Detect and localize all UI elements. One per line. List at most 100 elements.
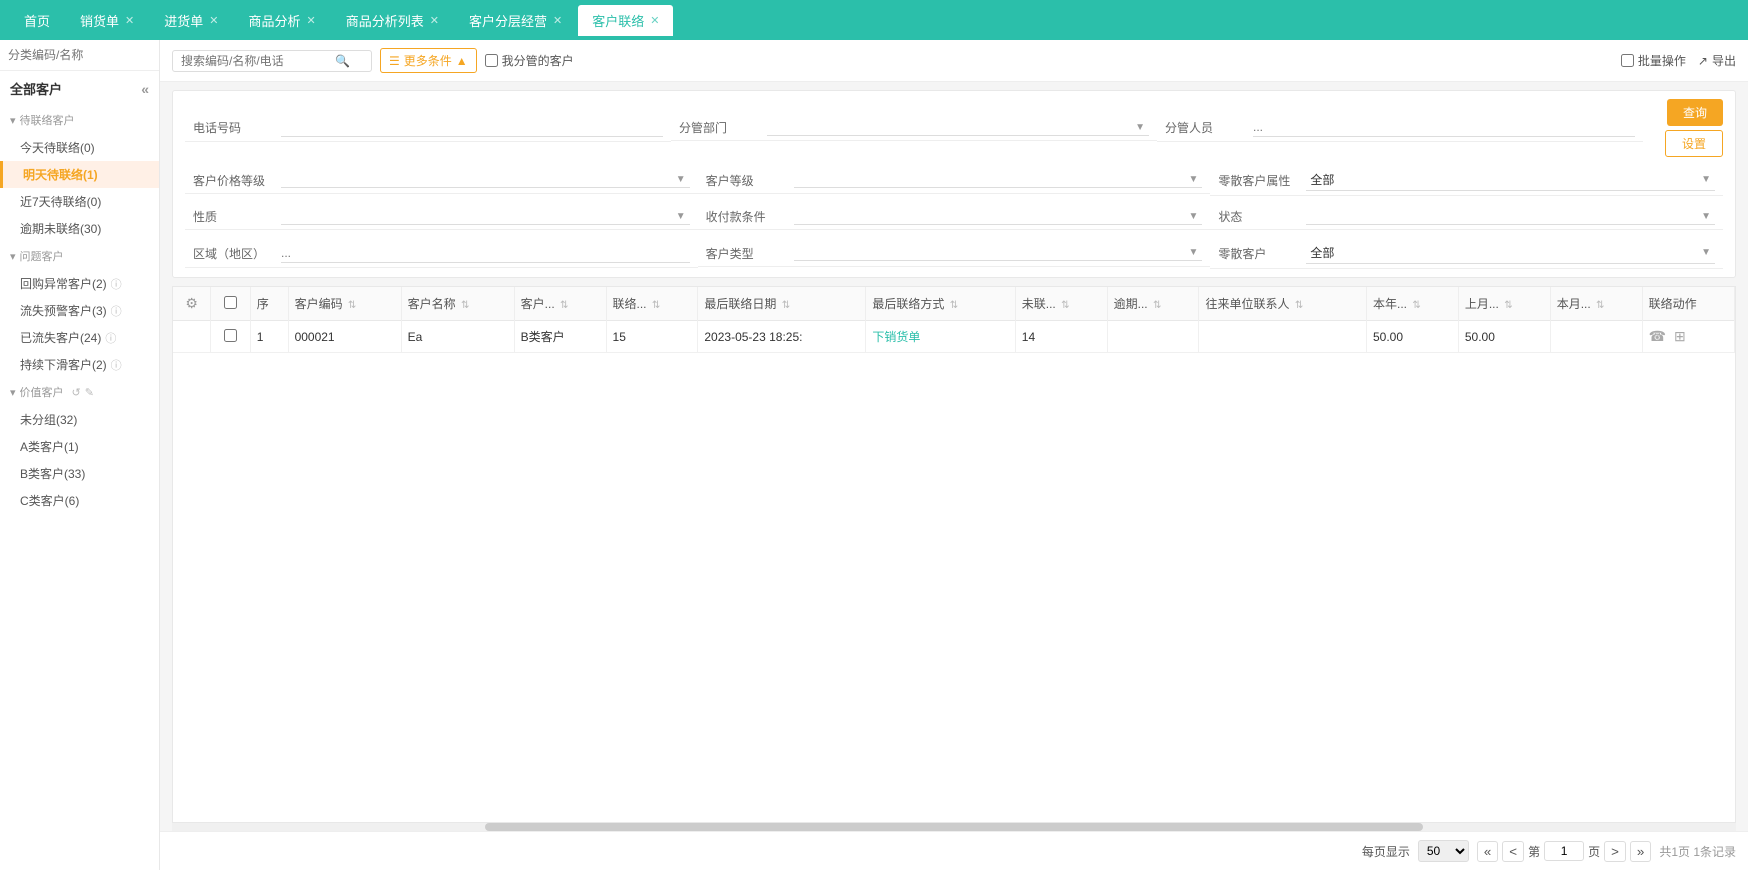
more-conditions-btn[interactable]: ☰ 更多条件 ▲: [380, 48, 477, 73]
filter-row-1: 电话号码 分管部门 ▼ 分管人员 查询 设置: [185, 99, 1723, 157]
next-page-btn[interactable]: >: [1604, 841, 1626, 862]
close-purchase-tab[interactable]: ✕: [209, 14, 218, 27]
chevron-up-icon: ▲: [456, 54, 468, 68]
sort-name-icon: ⇅: [461, 300, 469, 311]
tab-purchase[interactable]: 进货单 ✕: [150, 5, 232, 36]
sidebar-item-overdue[interactable]: 逾期未联络(30): [0, 215, 159, 242]
chevron-down-icon-5: ▼: [1188, 211, 1198, 222]
col-setting-header[interactable]: ⚙: [173, 287, 211, 321]
footer: 每页显示 10 20 50 100 « < 第 页 > » 共1页 1条记录: [160, 831, 1748, 870]
prev-page-btn[interactable]: <: [1502, 841, 1524, 862]
grid-action-icon[interactable]: ⊞: [1674, 328, 1686, 345]
sort-method-icon: ⇅: [950, 300, 958, 311]
info-icon-4: ⓘ: [111, 357, 122, 373]
filter-grade-select[interactable]: ▼: [794, 172, 1203, 188]
filter-phone-input[interactable]: [281, 118, 663, 137]
last-method-link[interactable]: 下销货单: [872, 330, 920, 344]
sidebar-item-today[interactable]: 今天待联络(0): [0, 134, 159, 161]
close-customer-seg-tab[interactable]: ✕: [553, 14, 562, 27]
filter-price-level-label: 客户价格等级: [193, 172, 273, 189]
sort-not-contacted-icon: ⇅: [1061, 300, 1069, 311]
sidebar-item-ungrouped[interactable]: 未分组(32): [0, 406, 159, 433]
my-customers-checkbox[interactable]: [485, 54, 498, 67]
sort-contact-icon: ⇅: [652, 300, 660, 311]
tab-customer-seg[interactable]: 客户分层经营 ✕: [455, 5, 576, 36]
sidebar-item-c-class[interactable]: C类客户(6): [0, 487, 159, 514]
col-contact-header: 联络... ⇅: [606, 287, 698, 321]
phone-action-icon[interactable]: ☎: [1649, 328, 1666, 345]
search-icon-main[interactable]: 🔍: [335, 54, 350, 68]
filter-payment-select[interactable]: ▼: [794, 209, 1203, 225]
search-input[interactable]: [181, 54, 331, 68]
filter-grade-label: 客户等级: [706, 172, 786, 189]
export-label: 导出: [1712, 52, 1736, 69]
export-btn[interactable]: ↗ 导出: [1698, 52, 1736, 69]
sidebar-item-continuous-down[interactable]: 持续下滑客户(2) ⓘ: [0, 351, 159, 378]
sidebar-search-input[interactable]: [8, 48, 160, 62]
set-button[interactable]: 设置: [1665, 130, 1723, 157]
collapse-sidebar-icon[interactable]: «: [141, 81, 149, 97]
horizontal-scrollbar[interactable]: [172, 823, 1736, 831]
close-sales-tab[interactable]: ✕: [125, 14, 134, 27]
filter-manager-input[interactable]: [1253, 118, 1635, 137]
row-checkbox[interactable]: [224, 329, 237, 342]
arrow-down-icon-3: ▾: [10, 386, 16, 399]
close-analysis-tab[interactable]: ✕: [307, 14, 316, 27]
filter-retail-select[interactable]: 全部 ▼: [1306, 242, 1715, 264]
close-customer-contact-tab[interactable]: ✕: [650, 14, 659, 27]
edit-icon[interactable]: ✎: [85, 386, 94, 399]
nav-home[interactable]: 首页: [10, 5, 64, 36]
filter-retail-attr-select[interactable]: 全部 ▼: [1306, 169, 1715, 191]
action-icons-area: ☎ ⊞: [1649, 328, 1728, 345]
filter-retail: 零散客户 全部 ▼: [1210, 238, 1723, 269]
filter-customer-type-select[interactable]: ▼: [794, 245, 1203, 261]
filter-payment: 收付款条件 ▼: [698, 204, 1211, 230]
tab-analysis[interactable]: 商品分析 ✕: [234, 5, 329, 36]
row-overdue-cell: [1107, 321, 1199, 353]
close-analysis-list-tab[interactable]: ✕: [430, 14, 439, 27]
sidebar-item-lost[interactable]: 已流失客户(24) ⓘ: [0, 324, 159, 351]
first-page-btn[interactable]: «: [1477, 841, 1498, 862]
chevron-down-icon-2: ▼: [1188, 174, 1198, 185]
col-checkbox-header: [211, 287, 250, 321]
sidebar-item-week7[interactable]: 近7天待联络(0): [0, 188, 159, 215]
main-content: 🔍 ☰ 更多条件 ▲ 我分管的客户 批量操作 ↗ 导出: [160, 40, 1748, 870]
filter-phone: 电话号码: [185, 114, 671, 142]
query-button[interactable]: 查询: [1667, 99, 1723, 126]
data-table: ⚙ 序 客户编码 ⇅ 客户名称 ⇅ 客户... ⇅ 联络... ⇅ 最后联络日期…: [173, 287, 1735, 353]
top-nav: 首页 销货单 ✕ 进货单 ✕ 商品分析 ✕ 商品分析列表 ✕ 客户分层经营 ✕ …: [0, 0, 1748, 40]
filter-dept-select[interactable]: ▼: [767, 120, 1149, 136]
tab-sales[interactable]: 销货单 ✕: [66, 5, 148, 36]
filter-customer-type-label: 客户类型: [706, 245, 786, 262]
tab-analysis-list[interactable]: 商品分析列表 ✕: [332, 5, 453, 36]
filter-nature-select[interactable]: ▼: [281, 209, 690, 225]
select-all-checkbox[interactable]: [224, 296, 237, 309]
sidebar-item-a-class[interactable]: A类客户(1): [0, 433, 159, 460]
sidebar-item-repurchase[interactable]: 回购异常客户(2) ⓘ: [0, 270, 159, 297]
filter-status-label: 状态: [1218, 208, 1298, 225]
batch-ops-checkbox[interactable]: [1621, 54, 1634, 67]
column-setting-icon[interactable]: ⚙: [185, 295, 198, 311]
filter-payment-label: 收付款条件: [706, 208, 786, 225]
col-this-month-header: 本月... ⇅: [1550, 287, 1642, 321]
per-page-select[interactable]: 10 20 50 100: [1418, 840, 1469, 862]
sidebar-item-tomorrow[interactable]: 明天待联络(1): [0, 161, 159, 188]
my-customers-checkbox-area[interactable]: 我分管的客户: [485, 52, 574, 69]
all-customers-header[interactable]: 全部客户 «: [0, 71, 159, 106]
filter-retail-value: 全部: [1310, 244, 1334, 261]
filter-price-level-select[interactable]: ▼: [281, 172, 690, 188]
page-input[interactable]: [1544, 841, 1584, 861]
sidebar-item-lost-risk[interactable]: 流失预警客户(3) ⓘ: [0, 297, 159, 324]
sort-last-month-icon: ⇅: [1504, 300, 1512, 311]
filter-region-input[interactable]: [281, 244, 690, 263]
refresh-icon[interactable]: ↺: [72, 386, 81, 399]
last-page-btn[interactable]: »: [1630, 841, 1651, 862]
col-last-method-header: 最后联络方式 ⇅: [866, 287, 1015, 321]
batch-ops-btn[interactable]: 批量操作: [1621, 52, 1686, 69]
filter-status-select[interactable]: ▼: [1306, 209, 1715, 225]
sidebar-item-b-class[interactable]: B类客户(33): [0, 460, 159, 487]
filter-price-level: 客户价格等级 ▼: [185, 168, 698, 194]
all-customers-label: 全部客户: [10, 79, 62, 98]
row-code-cell: 000021: [288, 321, 401, 353]
tab-customer-contact[interactable]: 客户联络 ✕: [578, 5, 673, 36]
